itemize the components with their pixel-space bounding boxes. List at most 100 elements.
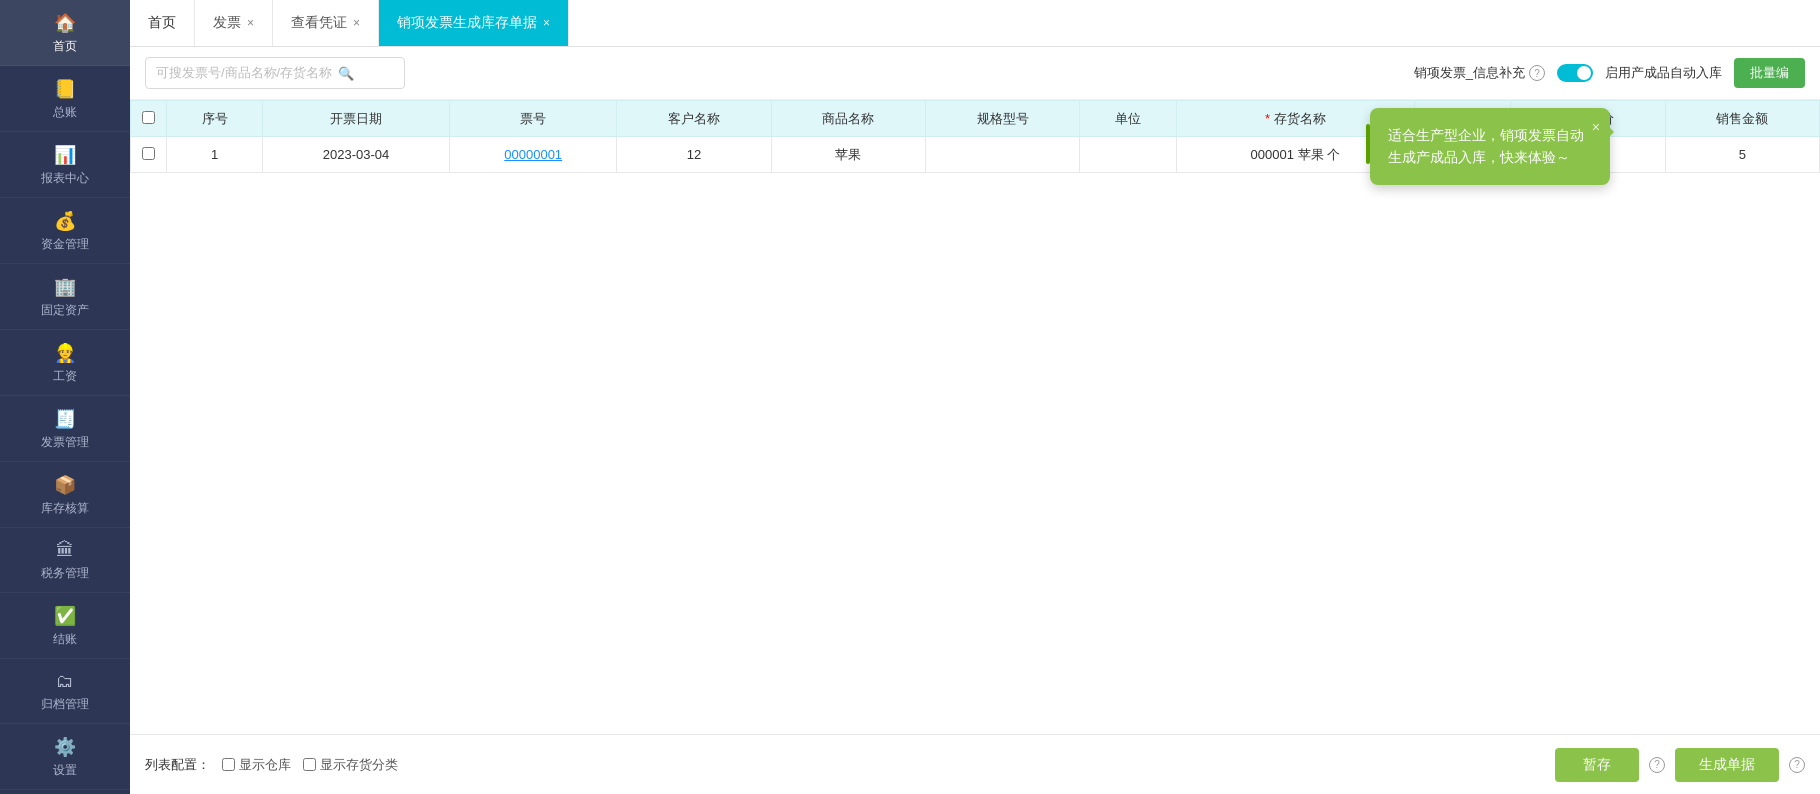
save-button[interactable]: 暂存 [1555,748,1639,782]
sidebar-item-guide[interactable]: ▶ 新手引导 [0,790,130,794]
info-label-text: 销项发票_信息补充 [1414,64,1525,82]
assets-icon: 🏢 [54,276,76,298]
col-seq: 序号 [167,101,263,137]
sidebar-item-settings[interactable]: ⚙️ 设置 [0,724,130,790]
sidebar-item-label: 税务管理 [41,565,89,582]
row-checkbox[interactable] [142,147,155,160]
sidebar-item-label: 发票管理 [41,434,89,451]
sidebar-item-label: 固定资产 [41,302,89,319]
bottom-right: 暂存 ? 生成单据 ? [1555,748,1805,782]
reports-icon: 📊 [54,144,76,166]
content-area: 可搜发票号/商品名称/存货名称 🔍 销项发票_信息补充 ? 启用产成品自动入库 … [130,47,1820,794]
search-box[interactable]: 可搜发票号/商品名称/存货名称 🔍 [145,57,405,89]
warehouse-checkbox[interactable] [222,758,235,771]
sidebar-item-funds[interactable]: 💰 资金管理 [0,198,130,264]
toolbar: 可搜发票号/商品名称/存货名称 🔍 销项发票_信息补充 ? 启用产成品自动入库 … [130,47,1820,100]
cell-unit [1080,137,1176,173]
invoice-mgmt-icon: 🧾 [54,408,76,430]
tab-view-voucher-close[interactable]: × [353,16,360,30]
sidebar-item-assets[interactable]: 🏢 固定资产 [0,264,130,330]
col-checkbox [131,101,167,137]
tab-invoice[interactable]: 发票 × [195,0,273,46]
sidebar-item-label: 首页 [53,38,77,55]
tab-sale-return-close[interactable]: × [543,16,550,30]
sidebar-item-salary[interactable]: 👷 工资 [0,330,130,396]
sidebar: 🏠 首页 📒 总账 📊 报表中心 💰 资金管理 🏢 固定资产 👷 工资 🧾 发票… [0,0,130,794]
tab-home[interactable]: 首页 [130,0,195,46]
sidebar-item-label: 设置 [53,762,77,779]
save-help-icon[interactable]: ? [1649,757,1665,773]
col-customer: 客户名称 [617,101,771,137]
cell-goods: 苹果 [771,137,925,173]
sidebar-item-inventory[interactable]: 📦 库存核算 [0,462,130,528]
warehouse-checkbox-label[interactable]: 显示仓库 [222,756,291,774]
col-model: 规格型号 [926,101,1080,137]
category-label: 显示存货分类 [320,756,398,774]
tooltip-close-button[interactable]: × [1592,116,1600,138]
list-config: 列表配置： 显示仓库 显示存货分类 [145,756,398,774]
category-checkbox[interactable] [303,758,316,771]
info-label: 销项发票_信息补充 ? [1414,64,1545,82]
col-ticket-no: 票号 [449,101,616,137]
sidebar-item-label: 工资 [53,368,77,385]
bottom-bar: 列表配置： 显示仓库 显示存货分类 暂存 ? 生成单据 ? [130,734,1820,794]
sidebar-item-label: 报表中心 [41,170,89,187]
salary-icon: 👷 [54,342,76,364]
main-area: 首页 发票 × 查看凭证 × 销项发票生成库存单据 × 可搜发票号/商品名称/存… [130,0,1820,794]
home-icon: 🏠 [54,12,76,34]
cell-ticket-no[interactable]: 00000001 [449,137,616,173]
tab-bar: 首页 发票 × 查看凭证 × 销项发票生成库存单据 × [130,0,1820,47]
config-label: 列表配置： [145,756,210,774]
sidebar-item-label: 总账 [53,104,77,121]
search-icon[interactable]: 🔍 [338,66,354,81]
generate-button[interactable]: 生成单据 [1675,748,1779,782]
tooltip-text: 适合生产型企业，销项发票自动生成产成品入库，快来体验～ [1388,127,1584,165]
category-checkbox-label[interactable]: 显示存货分类 [303,756,398,774]
info-question-icon[interactable]: ? [1529,65,1545,81]
inventory-icon: 📦 [54,474,76,496]
sidebar-item-label: 资金管理 [41,236,89,253]
sidebar-item-ledger[interactable]: 📒 总账 [0,66,130,132]
toggle-switch[interactable] [1557,64,1593,82]
tooltip-bar [1366,124,1370,164]
toolbar-right: 销项发票_信息补充 ? 启用产成品自动入库 批量编 [1414,58,1805,88]
sidebar-item-reports[interactable]: 📊 报表中心 [0,132,130,198]
sidebar-item-tax[interactable]: 🏛 税务管理 [0,528,130,593]
tab-invoice-close[interactable]: × [247,16,254,30]
select-all-checkbox[interactable] [142,111,155,124]
table-wrapper: × 适合生产型企业，销项发票自动生成产成品入库，快来体验～ 序号 开票日期 [130,100,1820,734]
sidebar-item-label: 库存核算 [41,500,89,517]
funds-icon: 💰 [54,210,76,232]
cell-date: 2023-03-04 [263,137,450,173]
batch-button[interactable]: 批量编 [1734,58,1805,88]
tab-view-voucher[interactable]: 查看凭证 × [273,0,379,46]
col-goods: 商品名称 [771,101,925,137]
sidebar-item-settlement[interactable]: ✅ 结账 [0,593,130,659]
sidebar-item-label: 结账 [53,631,77,648]
archive-icon: 🗂 [56,671,74,692]
col-amount: 销售金额 [1665,101,1819,137]
warehouse-label: 显示仓库 [239,756,291,774]
cell-seq: 1 [167,137,263,173]
sidebar-item-home[interactable]: 🏠 首页 [0,0,130,66]
cell-amount: 5 [1665,137,1819,173]
row-checkbox-cell [131,137,167,173]
sidebar-item-label: 归档管理 [41,696,89,713]
sidebar-item-invoice-mgmt[interactable]: 🧾 发票管理 [0,396,130,462]
settlement-icon: ✅ [54,605,76,627]
tab-sale-return[interactable]: 销项发票生成库存单据 × [379,0,569,46]
cell-model [926,137,1080,173]
ledger-icon: 📒 [54,78,76,100]
settings-icon: ⚙️ [54,736,76,758]
tab-sale-return-label: 销项发票生成库存单据 [397,14,537,32]
tab-view-voucher-label: 查看凭证 [291,14,347,32]
tooltip-popup: × 适合生产型企业，销项发票自动生成产成品入库，快来体验～ [1370,108,1610,185]
search-placeholder: 可搜发票号/商品名称/存货名称 [156,64,332,82]
tab-home-label: 首页 [148,14,176,32]
tab-invoice-label: 发票 [213,14,241,32]
cell-customer: 12 [617,137,771,173]
generate-help-icon[interactable]: ? [1789,757,1805,773]
sidebar-item-archive[interactable]: 🗂 归档管理 [0,659,130,724]
tax-icon: 🏛 [56,540,74,561]
toggle-label: 启用产成品自动入库 [1605,64,1722,82]
